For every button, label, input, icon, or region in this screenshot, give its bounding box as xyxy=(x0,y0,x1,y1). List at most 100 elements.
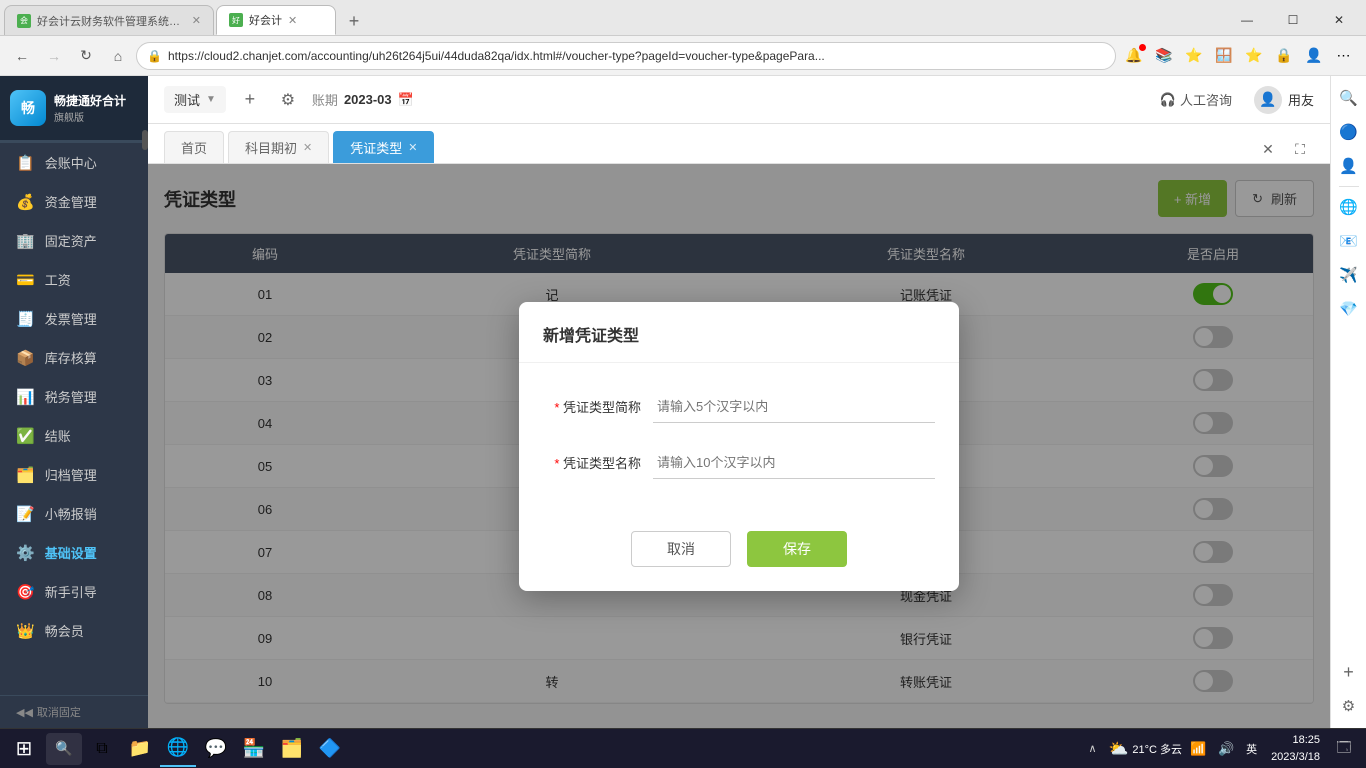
logo-icon: 畅 xyxy=(10,90,46,126)
taskbar-right: ∧ ⛅ 21°C 多云 📶 🔊 英 18:25 2023/3/18 🗔 xyxy=(1081,732,1363,765)
sidebar-item-inventory[interactable]: 📦 库存核算 xyxy=(0,338,148,377)
address-bar-row: ← → ↻ ⌂ 🔒 https://cloud2.chanjet.com/acc… xyxy=(0,36,1366,76)
address-text: https://cloud2.chanjet.com/accounting/uh… xyxy=(168,49,1105,63)
ext-btn-4[interactable]: 🪟 xyxy=(1210,42,1238,70)
app-header: 测试 ▼ + ⚙ 账期 2023-03 📅 🎧 人工咨询 👤 用友 xyxy=(148,76,1330,124)
sidebar-item-invoice[interactable]: 🧾 发票管理 xyxy=(0,299,148,338)
address-lock-icon: 🔒 xyxy=(147,49,162,63)
more-btn[interactable]: ⋯ xyxy=(1330,42,1358,70)
period-lock-icon: 📅 xyxy=(398,92,414,108)
sidebar-logo: 畅 畅捷通好合计 旗舰版 xyxy=(0,76,148,140)
tab1-close[interactable]: ✕ xyxy=(192,14,201,27)
tab-2[interactable]: 好 好会计 ✕ xyxy=(216,5,336,35)
sidebar-item-accounts[interactable]: 📋 会账中心 xyxy=(0,143,148,182)
rs-btn-4[interactable]: 🌐 xyxy=(1335,193,1363,221)
rs-btn-3[interactable]: 👤 xyxy=(1335,152,1363,180)
taskbar-network[interactable]: 📶 xyxy=(1186,735,1210,763)
dialog-footer: 取消 保存 xyxy=(519,515,959,591)
taskbar-explorer[interactable]: 📁 xyxy=(122,731,158,767)
weather-icon: ⛅ xyxy=(1109,739,1129,759)
tab-period-close[interactable]: ✕ xyxy=(303,141,312,154)
sidebar-bottom[interactable]: ◀◀ 取消固定 xyxy=(0,695,148,728)
tab2-favicon: 好 xyxy=(229,13,243,27)
rs-btn-5[interactable]: 📧 xyxy=(1335,227,1363,255)
add-company-btn[interactable]: + xyxy=(236,86,264,114)
ext-btn-6[interactable]: 🔒 xyxy=(1270,42,1298,70)
taskbar-edge[interactable]: 🔷 xyxy=(312,731,348,767)
taskbar-notification[interactable]: 🗔 xyxy=(1330,735,1358,763)
taskbar-sound[interactable]: 🔊 xyxy=(1214,735,1238,763)
save-button[interactable]: 保存 xyxy=(747,531,847,567)
cancel-button[interactable]: 取消 xyxy=(631,531,731,567)
tab1-favicon: 会 xyxy=(17,14,31,28)
taskbar-wechat[interactable]: 💬 xyxy=(198,731,234,767)
taskbar-ime[interactable]: 英 xyxy=(1242,741,1261,757)
tab-add-btn[interactable]: + xyxy=(340,7,368,35)
company-selector[interactable]: 测试 ▼ xyxy=(164,86,226,113)
rs-btn-2[interactable]: 🔵 xyxy=(1335,118,1363,146)
ext-btn-3[interactable]: ⭐ xyxy=(1180,42,1208,70)
member-icon: 👑 xyxy=(16,622,35,640)
rs-btn-7[interactable]: 💎 xyxy=(1335,295,1363,323)
rs-add-btn[interactable]: + xyxy=(1335,658,1363,686)
forward-btn[interactable]: → xyxy=(40,42,68,70)
user-profile-btn[interactable]: 👤 xyxy=(1300,42,1328,70)
name-label: * 凭证类型名称 xyxy=(543,453,653,472)
address-bar[interactable]: 🔒 https://cloud2.chanjet.com/accounting/… xyxy=(136,42,1116,70)
sidebar-item-tax[interactable]: 📊 税务管理 xyxy=(0,377,148,416)
tab-panel-expand-btn[interactable]: ⛶ xyxy=(1286,135,1314,163)
period-display: 账期 2023-03 📅 xyxy=(312,90,414,109)
pin-icon: ◀◀ xyxy=(16,706,33,719)
ext-btn-2[interactable]: 📚 xyxy=(1150,42,1178,70)
user-info[interactable]: 👤 用友 xyxy=(1254,86,1314,114)
salary-icon: 💳 xyxy=(16,271,35,289)
sidebar-item-guide[interactable]: 🎯 新手引导 xyxy=(0,572,148,611)
tab-period-init[interactable]: 科目期初 ✕ xyxy=(228,131,329,163)
sidebar-item-funds[interactable]: 💰 资金管理 xyxy=(0,182,148,221)
name-form-row: * 凭证类型名称 xyxy=(543,447,935,479)
sidebar-item-archive[interactable]: 🗂️ 归档管理 xyxy=(0,455,148,494)
name-input[interactable] xyxy=(653,447,935,479)
ext-btn-1[interactable]: 🔔 xyxy=(1120,42,1148,70)
abbr-input[interactable] xyxy=(653,391,935,423)
taskbar-appstore[interactable]: 🏪 xyxy=(236,731,272,767)
tab-1[interactable]: 会 好会计云财务软件管理系统_会计 ✕ xyxy=(4,5,214,35)
rs-search-btn[interactable]: 🔍 xyxy=(1335,84,1363,112)
archive-icon: 🗂️ xyxy=(16,466,35,484)
sidebar-item-settings[interactable]: ⚙️ 基础设置 xyxy=(0,533,148,572)
closing-icon: ✅ xyxy=(16,427,35,445)
guide-icon: 🎯 xyxy=(16,583,35,601)
taskbar-search[interactable]: 🔍 xyxy=(46,733,82,765)
sidebar-item-member[interactable]: 👑 畅会员 xyxy=(0,611,148,650)
tab-home[interactable]: 首页 xyxy=(164,131,224,163)
reload-btn[interactable]: ↻ xyxy=(72,42,100,70)
rs-settings-btn[interactable]: ⚙ xyxy=(1335,692,1363,720)
home-btn[interactable]: ⌂ xyxy=(104,42,132,70)
taskbar-chrome[interactable]: 🌐 xyxy=(160,731,196,767)
ext-btn-5[interactable]: ⭐ xyxy=(1240,42,1268,70)
taskbar-chevron[interactable]: ∧ xyxy=(1081,735,1105,763)
tab2-close[interactable]: ✕ xyxy=(288,14,297,27)
sidebar-item-expense[interactable]: 📝 小畅报销 xyxy=(0,494,148,533)
sidebar-item-assets[interactable]: 🏢 固定资产 xyxy=(0,221,148,260)
start-btn[interactable]: ⊞ xyxy=(4,731,44,767)
back-btn[interactable]: ← xyxy=(8,42,36,70)
taskbar-files[interactable]: 🗂️ xyxy=(274,731,310,767)
sidebar-item-salary[interactable]: 💳 工资 xyxy=(0,260,148,299)
settings-gear-btn[interactable]: ⚙ xyxy=(274,86,302,114)
rs-btn-6[interactable]: ✈️ xyxy=(1335,261,1363,289)
sidebar-item-closing[interactable]: ✅ 结账 xyxy=(0,416,148,455)
taskbar-clock: 18:25 2023/3/18 xyxy=(1265,732,1326,765)
browser-close[interactable]: ✕ xyxy=(1316,5,1362,35)
dialog-header: 新增凭证类型 xyxy=(519,302,959,363)
sidebar-scroll: 📋 会账中心 💰 资金管理 🏢 固定资产 💳 工资 🧾 发票管理 📦 库 xyxy=(0,143,148,695)
tab-voucher-close[interactable]: ✕ xyxy=(408,141,417,154)
browser-chrome: 会 好会计云财务软件管理系统_会计 ✕ 好 好会计 ✕ + — ☐ ✕ ← → … xyxy=(0,0,1366,76)
taskbar-multiwin[interactable]: ⧉ xyxy=(84,731,120,767)
tab-voucher-type[interactable]: 凭证类型 ✕ xyxy=(333,131,434,163)
tab-panel-close-btn[interactable]: ✕ xyxy=(1254,135,1282,163)
browser-maximize[interactable]: ☐ xyxy=(1270,5,1316,35)
browser-minimize[interactable]: — xyxy=(1224,5,1270,35)
tab-bar: 会 好会计云财务软件管理系统_会计 ✕ 好 好会计 ✕ + — ☐ ✕ xyxy=(0,0,1366,36)
consult-btn[interactable]: 🎧 人工咨询 xyxy=(1160,90,1232,109)
